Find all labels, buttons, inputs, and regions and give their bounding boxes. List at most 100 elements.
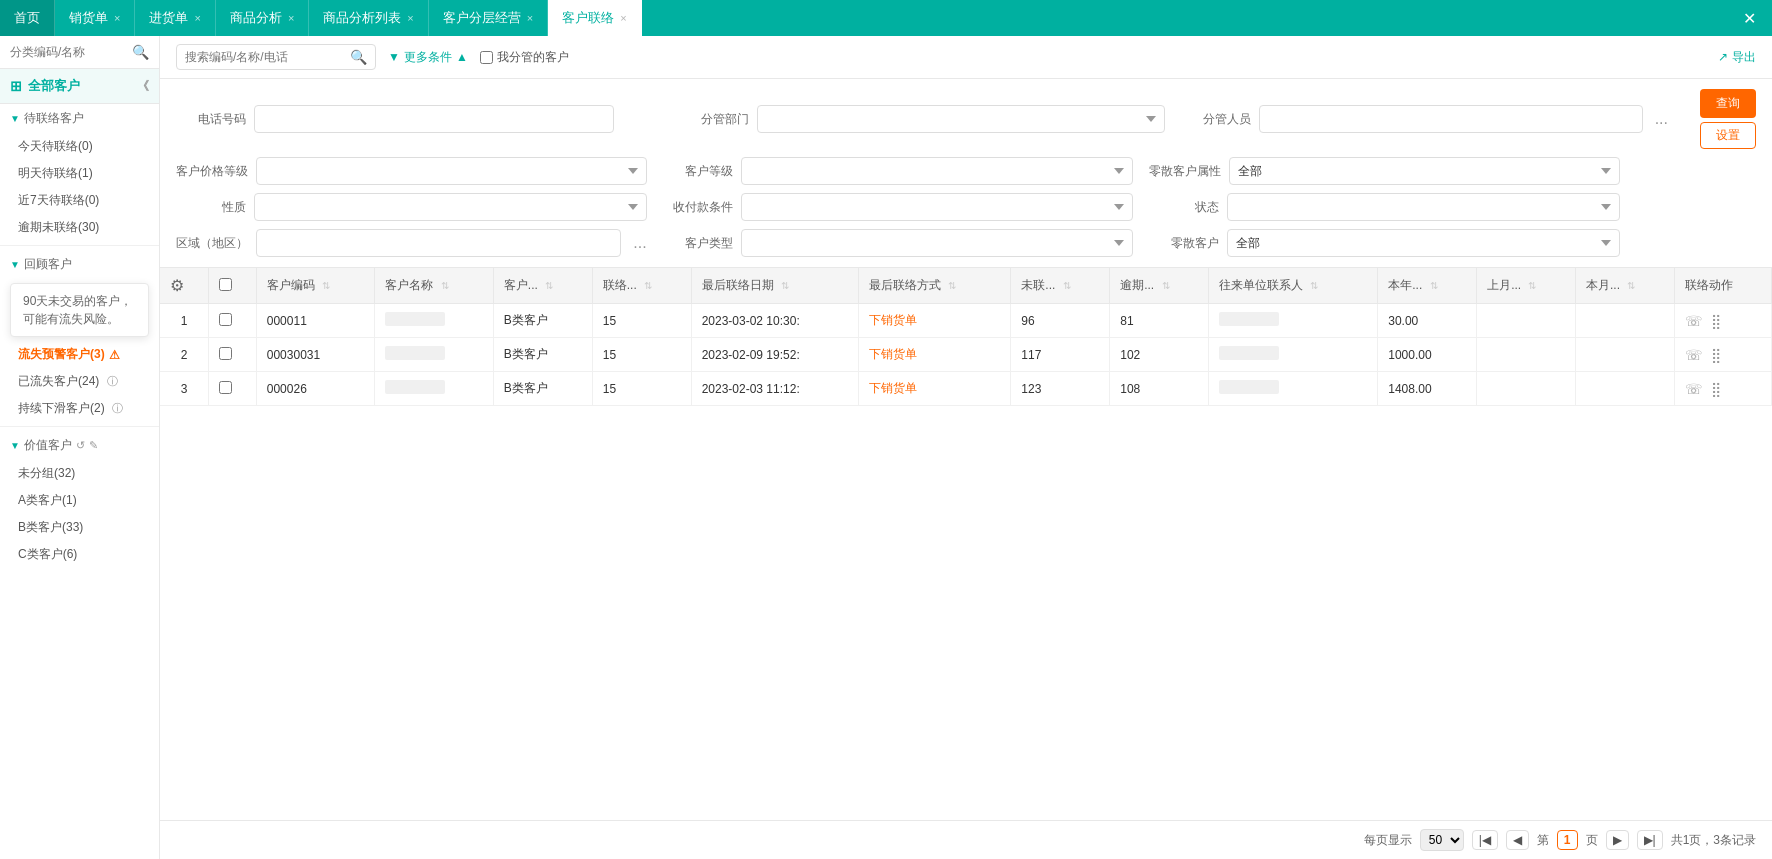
select-all-checkbox[interactable] [219,278,232,291]
export-btn[interactable]: ↗ 导出 [1718,49,1756,66]
sort-icon-overdue[interactable]: ⇅ [1162,280,1170,291]
tab-home[interactable]: 首页 [0,0,55,36]
tab-product-analysis-close[interactable]: × [288,12,294,24]
my-customers-check[interactable]: 我分管的客户 [480,49,569,66]
dept-label: 分管部门 [679,111,749,128]
payment-select[interactable] [741,193,1134,221]
method-link[interactable]: 下销货单 [869,347,917,361]
sidebar-item-declining[interactable]: 持续下滑客户(2) ⓘ [8,395,159,422]
sidebar-item-class-a[interactable]: A类客户(1) [8,487,159,514]
refresh-icon[interactable]: ↺ [76,439,85,452]
row-checkbox[interactable] [219,313,232,326]
status-select[interactable] [1227,193,1620,221]
contact-icon[interactable]: ☏ [1685,313,1703,329]
sidebar-search-input[interactable] [10,45,128,59]
tab-purchase[interactable]: 进货单 × [135,0,215,36]
sort-icon-name[interactable]: ⇅ [441,280,449,291]
sort-icon-method[interactable]: ⇅ [948,280,956,291]
contact-icon[interactable]: ☏ [1685,347,1703,363]
warning-icon: ⚠ [109,348,120,362]
sort-icon-type[interactable]: ⇅ [545,280,553,291]
tab-customer-contact[interactable]: 客户联络 × [548,0,641,36]
close-all-icon[interactable]: ✕ [1743,9,1756,28]
gender-select[interactable] [254,193,647,221]
prev-page-btn[interactable]: ◀ [1506,830,1529,850]
row-contact: 15 [592,304,691,338]
method-link[interactable]: 下销货单 [869,381,917,395]
sort-icon-unit[interactable]: ⇅ [1310,280,1318,291]
edit-icon[interactable]: ✎ [89,439,98,452]
adv-filter-row-1: 电话号码 分管部门 分管人员 ... 查询 设置 [176,89,1756,149]
sidebar-item-class-c[interactable]: C类客户(6) [8,541,159,568]
phone-input[interactable] [254,105,614,133]
tab-sales-close[interactable]: × [114,12,120,24]
sidebar-item-7days[interactable]: 近7天待联络(0) [8,187,159,214]
search-icon[interactable]: 🔍 [350,49,367,65]
customer-type-select[interactable] [741,229,1134,257]
dept-select[interactable] [757,105,1166,133]
tab-customer-contact-close[interactable]: × [620,12,626,24]
sidebar-item-today[interactable]: 今天待联络(0) [8,133,159,160]
sort-icon-lmonth[interactable]: ⇅ [1528,280,1536,291]
tab-product-analysis[interactable]: 商品分析 × [216,0,309,36]
method-link[interactable]: 下销货单 [869,313,917,327]
manager-dots-icon[interactable]: ... [1655,110,1668,128]
manager-input[interactable] [1259,105,1642,133]
more-actions-icon[interactable]: ⣿ [1711,313,1721,329]
gear-icon[interactable]: ⚙ [170,277,184,294]
row-checkbox[interactable] [219,347,232,360]
more-actions-icon[interactable]: ⣿ [1711,381,1721,397]
settings-button[interactable]: 设置 [1700,122,1756,149]
query-button[interactable]: 查询 [1700,89,1756,118]
row-last-method: 下销货单 [859,304,1011,338]
tab-product-list[interactable]: 商品分析列表 × [309,0,428,36]
collapse-icon[interactable]: 《 [137,78,149,95]
tab-product-list-close[interactable]: × [407,12,413,24]
tab-purchase-close[interactable]: × [194,12,200,24]
area-dots-icon[interactable]: ... [633,234,646,252]
row-last-method: 下销货单 [859,338,1011,372]
sidebar-item-class-b[interactable]: B类客户(33) [8,514,159,541]
arrow-down-icon: ▼ [10,113,20,124]
sort-icon-contact[interactable]: ⇅ [644,280,652,291]
sidebar-item-churn-warning[interactable]: 流失预警客户(3) ⚠ [8,341,159,368]
row-checkbox-cell [208,338,256,372]
sidebar-search-icon[interactable]: 🔍 [132,44,149,60]
customer-type-field: 客户类型 [663,229,1134,257]
sidebar-content: ⊞ 全部客户 《 ▼ 待联络客户 今天待联络(0) 明天待联络(1) [0,69,159,859]
sidebar-group-value-title[interactable]: ▼ 价值客户 ↺ ✎ [0,431,159,460]
contact-icon[interactable]: ☏ [1685,381,1703,397]
sidebar-item-overdue[interactable]: 逾期未联络(30) [8,214,159,241]
my-customers-checkbox[interactable] [480,51,493,64]
zero-customer-select[interactable]: 全部 [1227,229,1620,257]
tab-customer-segment-close[interactable]: × [527,12,533,24]
sidebar-item-churned[interactable]: 已流失客户(24) ⓘ [8,368,159,395]
more-conditions-btn[interactable]: ▼ 更多条件 ▲ [388,49,468,66]
tab-customer-segment[interactable]: 客户分层经营 × [429,0,548,36]
tab-sales[interactable]: 销货单 × [55,0,135,36]
sort-icon-date[interactable]: ⇅ [781,280,789,291]
sidebar-item-ungroup[interactable]: 未分组(32) [8,460,159,487]
zero-attr-field: 零散客户属性 全部 [1149,157,1620,185]
sort-icon-not-contacted[interactable]: ⇅ [1063,280,1071,291]
sidebar-group-pending-title[interactable]: ▼ 待联络客户 [0,104,159,133]
sidebar-all-customers[interactable]: ⊞ 全部客户 《 [0,69,159,104]
last-page-btn[interactable]: ▶| [1637,830,1663,850]
payment-label: 收付款条件 [663,199,733,216]
sort-icon-code[interactable]: ⇅ [322,280,330,291]
customer-level-select[interactable] [741,157,1134,185]
sort-icon-tmonth[interactable]: ⇅ [1627,280,1635,291]
zero-attr-select[interactable]: 全部 [1229,157,1620,185]
row-type: B类客户 [493,304,592,338]
more-actions-icon[interactable]: ⣿ [1711,347,1721,363]
sidebar-group-churn-title[interactable]: ▼ 回顾客户 [0,250,159,279]
first-page-btn[interactable]: |◀ [1472,830,1498,850]
search-input[interactable] [185,50,346,64]
price-level-select[interactable] [256,157,647,185]
area-input[interactable] [256,229,621,257]
row-checkbox[interactable] [219,381,232,394]
sidebar-item-tomorrow[interactable]: 明天待联络(1) [8,160,159,187]
sort-icon-year[interactable]: ⇅ [1430,280,1438,291]
per-page-select[interactable]: 50 [1420,829,1464,851]
next-page-btn[interactable]: ▶ [1606,830,1629,850]
